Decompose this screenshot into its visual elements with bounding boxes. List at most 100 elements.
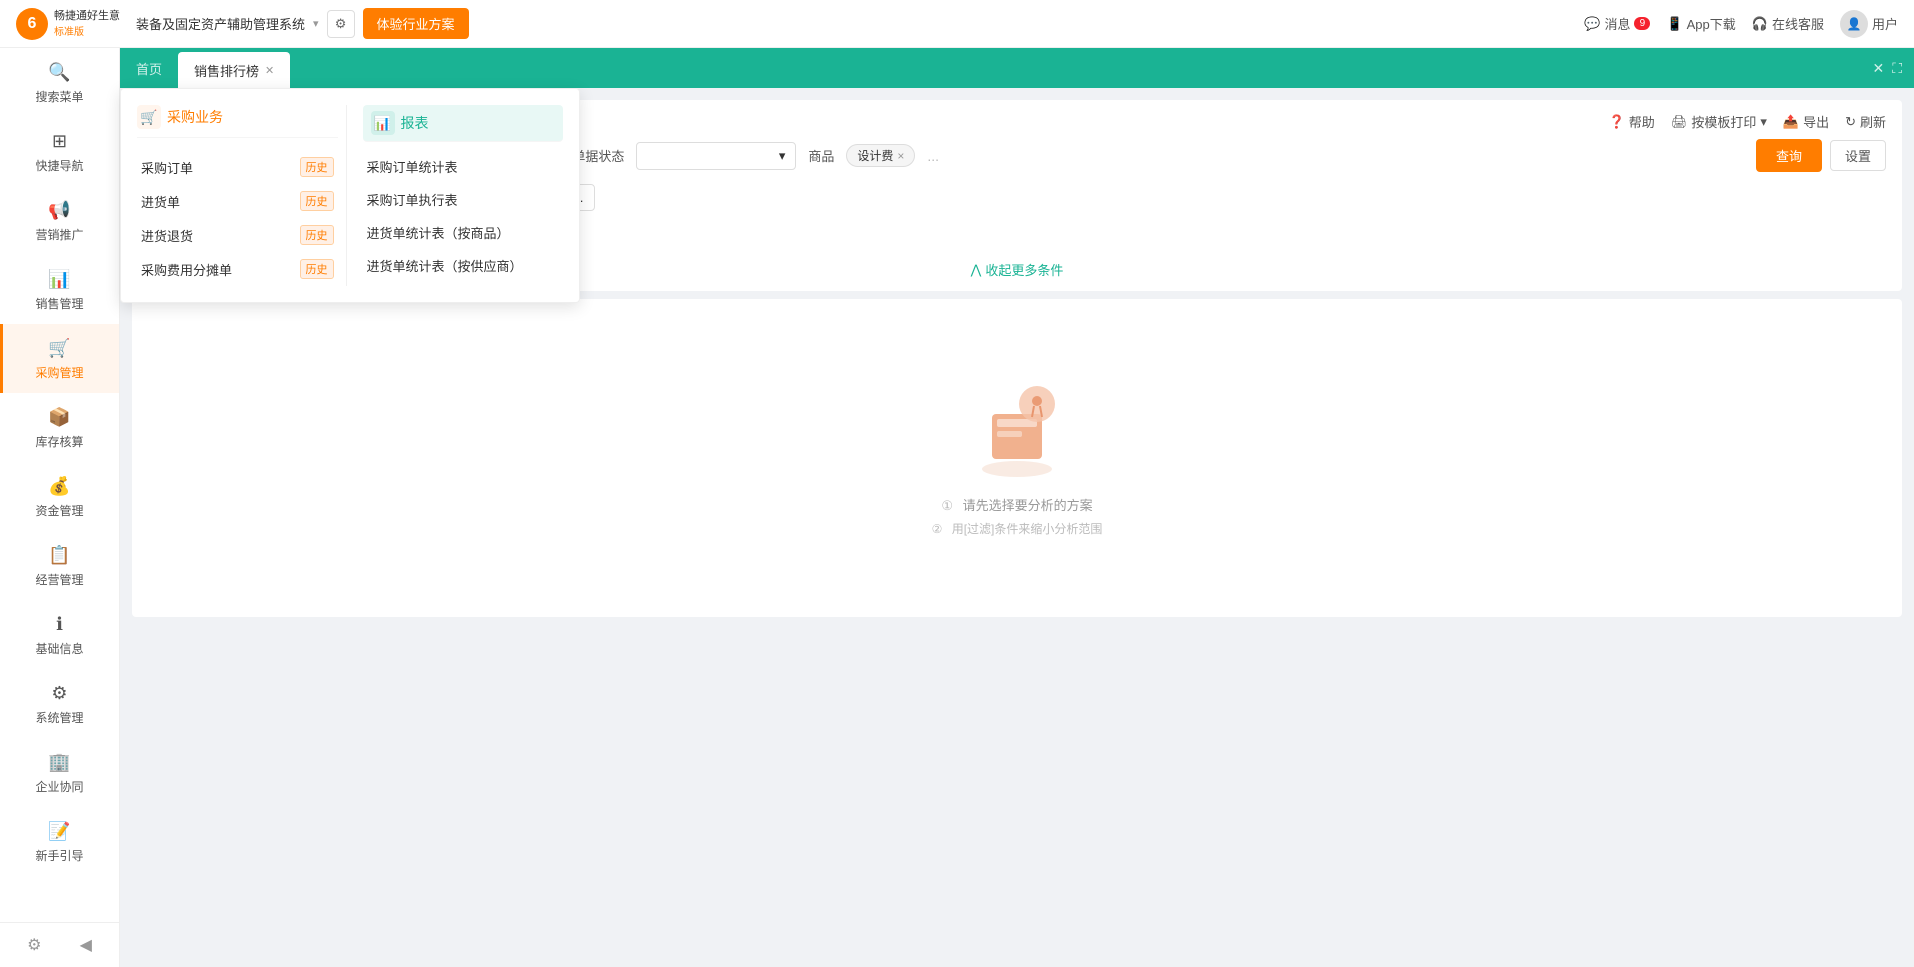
avatar: 👤 (1840, 10, 1868, 38)
menu-item-incoming-supplier[interactable]: 进货单统计表（按供应商） (363, 249, 564, 282)
tab-close-all-btn[interactable]: ✕ (1872, 60, 1884, 77)
tab-home[interactable]: 首页 (120, 48, 178, 88)
sidebar-settings-btn[interactable]: ⚙ (27, 935, 41, 955)
report-menu-column: 📊 报表 采购订单统计表 采购订单执行表 进货单统计表（按商品） 进货单统计表（… (346, 105, 564, 286)
sidebar-label-quick-nav: 快捷导航 (35, 157, 83, 174)
info-icon: ℹ (48, 612, 72, 636)
report-menu-title: 报表 (401, 113, 429, 133)
incoming-goods-label: 进货单统计表（按商品） (367, 223, 510, 242)
phone-icon: 📱 (1666, 16, 1682, 32)
sidebar-item-operations[interactable]: 📋 经营管理 (0, 531, 119, 600)
sidebar-label-basic-info: 基础信息 (35, 640, 83, 657)
sidebar-item-quick-nav[interactable]: ⊞ 快捷导航 (0, 117, 119, 186)
sidebar-label-purchase: 采购管理 (35, 364, 83, 381)
export-action[interactable]: 📤 导出 (1783, 112, 1829, 131)
tab-close-icon[interactable]: ✕ (265, 64, 274, 77)
sidebar-item-search[interactable]: 🔍 搜索菜单 (0, 48, 119, 117)
app-download-action[interactable]: 📱 App下载 (1666, 14, 1735, 33)
refresh-action[interactable]: ↻ 刷新 (1845, 112, 1886, 131)
logo-line2: 标准版 (54, 23, 120, 38)
sidebar-item-marketing[interactable]: 📢 营销推广 (0, 186, 119, 255)
system-dropdown-arrow[interactable]: ▾ (313, 17, 319, 30)
goods-tag-close[interactable]: × (897, 149, 904, 163)
operations-icon: 📋 (48, 543, 72, 567)
message-badge: 9 (1634, 17, 1650, 30)
sidebar-item-inventory[interactable]: 📦 库存核算 (0, 393, 119, 462)
menu-item-incoming[interactable]: 进货单 历史 (137, 184, 338, 218)
goods-label: 商品 (808, 146, 834, 165)
sidebar-collapse-btn[interactable]: ◀ (80, 935, 92, 955)
goods-tag-text: 设计费 (857, 147, 893, 164)
print-label: 按模板打印 (1691, 112, 1756, 131)
menu-item-return[interactable]: 进货退货 历史 (137, 218, 338, 252)
collapse-label: 收起更多条件 (985, 260, 1063, 279)
marketing-icon: 📢 (48, 198, 72, 222)
menu-item-order-stats[interactable]: 采购订单统计表 (363, 150, 564, 183)
sidebar-item-beginner[interactable]: 📝 新手引导 (0, 807, 119, 876)
voucher-status-select[interactable]: ▾ (636, 142, 796, 170)
sidebar: 🔍 搜索菜单 ⊞ 快捷导航 📢 营销推广 📊 销售管理 🛒 采购管理 📦 库存核… (0, 48, 120, 967)
help-action[interactable]: ❓ 帮助 (1609, 112, 1655, 131)
print-icon: 🖨 (1671, 114, 1688, 130)
tab-bar: 首页 销售排行榜 ✕ ✕ ⛶ (120, 48, 1914, 88)
export-icon: 📤 (1783, 114, 1799, 130)
incoming-history: 历史 (300, 191, 334, 211)
incoming-supplier-label: 进货单统计表（按供应商） (367, 256, 523, 275)
sidebar-item-system[interactable]: ⚙ 系统管理 (0, 669, 119, 738)
tab-expand-btn[interactable]: ⛶ (1892, 60, 1902, 77)
inventory-icon: 📦 (48, 405, 72, 429)
filter-row-actions: 查询 设置 (1756, 139, 1886, 172)
sidebar-item-finance[interactable]: 💰 资金管理 (0, 462, 119, 531)
sidebar-item-basic-info[interactable]: ℹ 基础信息 (0, 600, 119, 669)
print-action[interactable]: 🖨 按模板打印 ▾ (1671, 112, 1767, 131)
sidebar-bottom: ⚙ ◀ (0, 922, 119, 967)
help-icon: ❓ (1609, 114, 1625, 130)
sidebar-label-operations: 经营管理 (35, 571, 83, 588)
logo-icon: 6 (16, 8, 48, 40)
empty-hint1: ① 请先选择要分析的方案 (941, 495, 1092, 514)
purchase-menu-header: 🛒 采购业务 (137, 105, 338, 138)
menu-item-expense[interactable]: 采购费用分摊单 历史 (137, 252, 338, 286)
report-menu-icon: 📊 (371, 111, 395, 135)
help-label: 帮助 (1629, 112, 1655, 131)
industry-button[interactable]: 体验行业方案 (363, 8, 469, 39)
expense-label: 采购费用分摊单 (141, 260, 232, 279)
refresh-icon: ↻ (1845, 114, 1856, 130)
tab-sales-rank[interactable]: 销售排行榜 ✕ (178, 52, 290, 88)
finance-icon: 💰 (48, 474, 72, 498)
sidebar-label-system: 系统管理 (35, 709, 83, 726)
settings-button[interactable]: ⚙ (327, 10, 355, 38)
online-service-action[interactable]: 🎧 在线客服 (1752, 14, 1824, 33)
dropdown-menu[interactable]: 🛒 采购业务 采购订单 历史 进货单 历史 进货退货 历史 采购费用分摊单 历史 (120, 88, 580, 303)
enterprise-icon: 🏢 (48, 750, 72, 774)
order-exec-label: 采购订单执行表 (367, 190, 458, 209)
sidebar-item-sales[interactable]: 📊 销售管理 (0, 255, 119, 324)
print-dropdown-icon[interactable]: ▾ (1760, 114, 1767, 130)
sidebar-label-marketing: 营销推广 (35, 226, 83, 243)
message-icon: 💬 (1584, 16, 1600, 32)
beginner-icon: 📝 (48, 819, 72, 843)
menu-item-incoming-goods[interactable]: 进货单统计表（按商品） (363, 216, 564, 249)
purchase-menu-icon: 🛒 (137, 105, 161, 129)
return-label: 进货退货 (141, 226, 193, 245)
report-menu-header: 📊 报表 (363, 105, 564, 142)
sidebar-label-beginner: 新手引导 (35, 847, 83, 864)
tab-right-actions: ✕ ⛶ (1872, 48, 1914, 88)
sidebar-label-search: 搜索菜单 (35, 88, 83, 105)
sidebar-label-inventory: 库存核算 (35, 433, 83, 450)
settings-button-filter[interactable]: 设置 (1830, 140, 1886, 171)
user-action[interactable]: 👤 用户 (1840, 10, 1898, 38)
menu-item-purchase-order[interactable]: 采购订单 历史 (137, 150, 338, 184)
user-label: 用户 (1872, 14, 1898, 33)
export-label: 导出 (1803, 112, 1829, 131)
tab-sales-rank-label: 销售排行榜 (194, 61, 259, 80)
query-button[interactable]: 查询 (1756, 139, 1822, 172)
purchase-icon: 🛒 (48, 336, 72, 360)
menu-item-order-exec[interactable]: 采购订单执行表 (363, 183, 564, 216)
message-action[interactable]: 💬 消息 9 (1584, 14, 1650, 33)
collapse-btn[interactable]: ⋀ 收起更多条件 (971, 260, 1064, 279)
sidebar-item-enterprise[interactable]: 🏢 企业协同 (0, 738, 119, 807)
goods-dots[interactable]: ... (927, 148, 939, 164)
sidebar-item-purchase[interactable]: 🛒 采购管理 (0, 324, 119, 393)
message-label: 消息 (1604, 14, 1630, 33)
